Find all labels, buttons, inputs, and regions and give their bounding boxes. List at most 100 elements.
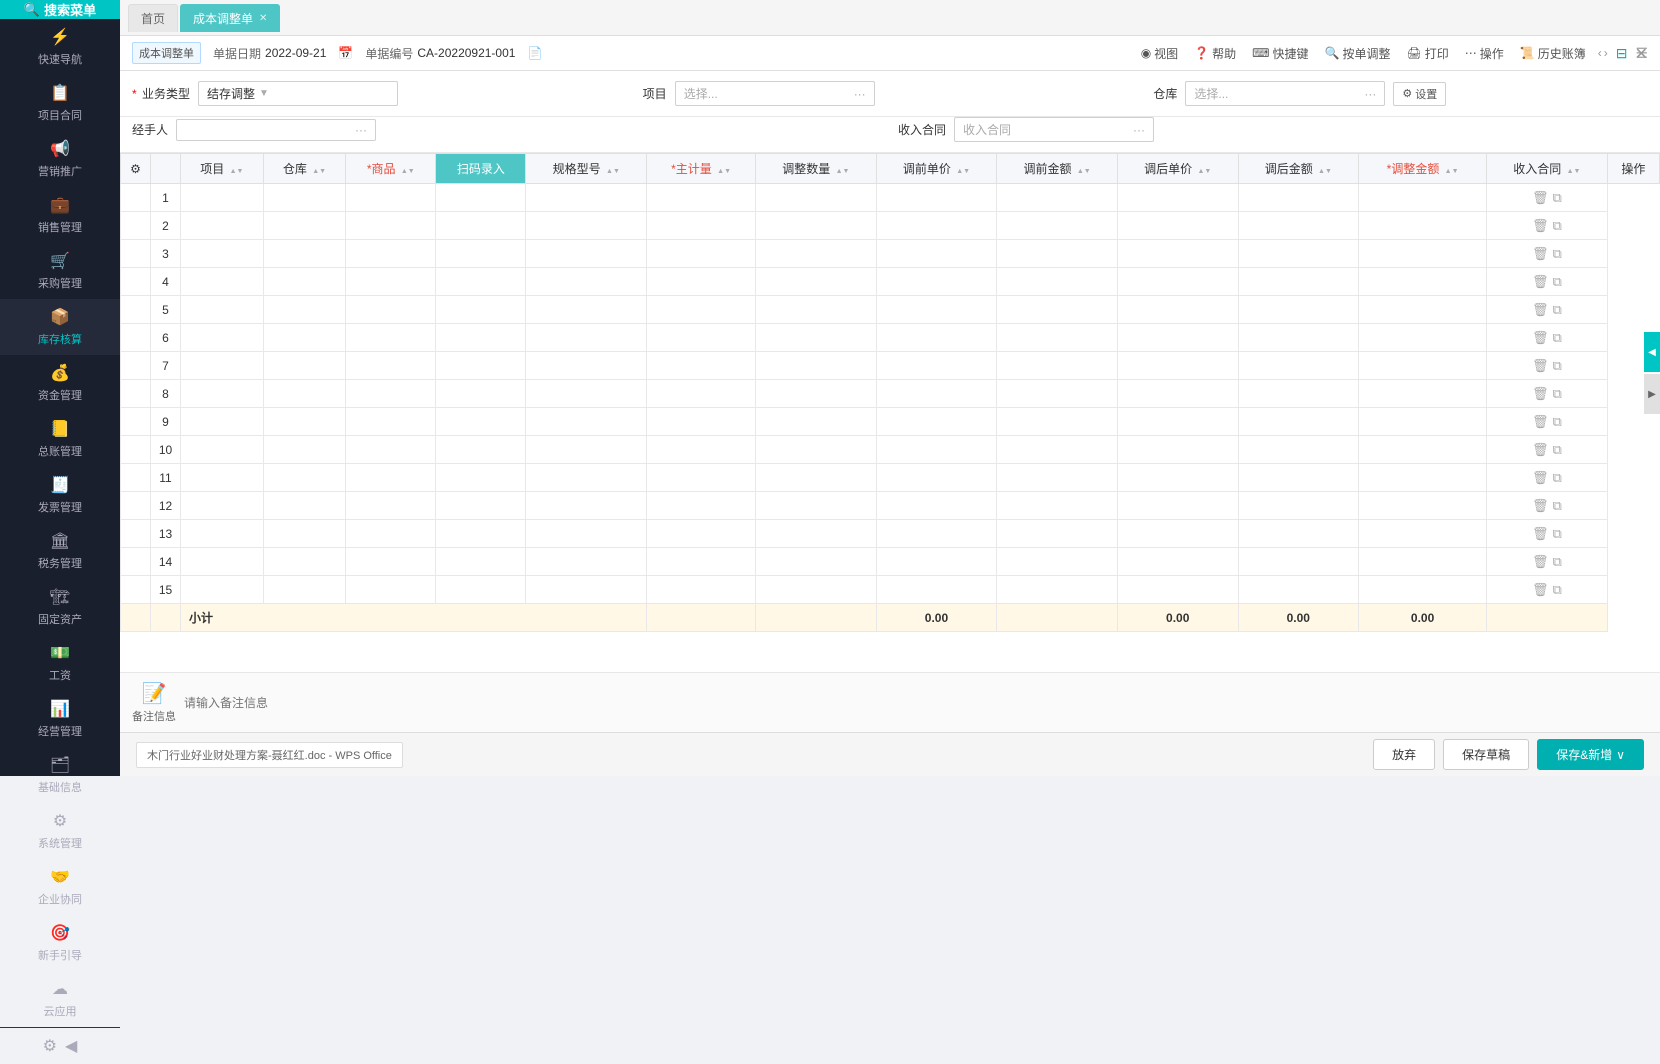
remark-input[interactable] [184,696,1648,710]
save-draft-btn[interactable]: 保存草稿 [1443,739,1529,770]
col-scan[interactable]: 扫码录入 [436,154,526,184]
cell-data-11-7[interactable] [876,464,997,492]
cell-data-15-2[interactable] [346,576,436,604]
cell-data-4-1[interactable] [263,268,346,296]
cell-data-15-6[interactable] [756,576,877,604]
cell-data-15-9[interactable] [1117,576,1238,604]
cell-data-2-3[interactable] [436,212,526,240]
cell-data-4-9[interactable] [1117,268,1238,296]
delete-icon-1[interactable]: 🗑 [1532,190,1549,206]
cell-data-3-3[interactable] [436,240,526,268]
warehouse-input[interactable]: 选择... ··· [1185,81,1385,106]
delete-icon-3[interactable]: 🗑 [1532,246,1549,262]
project-input[interactable]: 选择... ··· [675,81,875,106]
sidebar-item-invoice-mgmt[interactable]: 🧾发票管理 [0,467,120,523]
calendar-icon[interactable]: 📅 [338,46,353,60]
cell-data-12-4[interactable] [526,492,647,520]
cell-data-3-2[interactable] [346,240,436,268]
cell-data-15-3[interactable] [436,576,526,604]
cell-data-14-4[interactable] [526,548,647,576]
cell-data-2-11[interactable] [1359,212,1487,240]
cell-data-14-3[interactable] [436,548,526,576]
cell-data-15-0[interactable] [181,576,264,604]
copy-icon-9[interactable]: ⧉ [1552,414,1561,430]
sidebar-item-ledger-mgmt[interactable]: 📒总账管理 [0,411,120,467]
cell-data-9-11[interactable] [1359,408,1487,436]
cell-data-4-4[interactable] [526,268,647,296]
income-contract-input[interactable]: 收入合同 ··· [954,117,1154,142]
col-post-amount[interactable]: 调后金额 ▲▼ [1238,154,1359,184]
cell-data-9-10[interactable] [1238,408,1359,436]
cell-data-10-5[interactable] [647,436,756,464]
history-btn[interactable]: 📜 历史账簿 [1516,43,1590,64]
cell-data-7-10[interactable] [1238,352,1359,380]
cell-data-12-3[interactable] [436,492,526,520]
cell-data-10-10[interactable] [1238,436,1359,464]
copy-icon-11[interactable]: ⧉ [1552,470,1561,486]
cell-data-12-0[interactable] [181,492,264,520]
cell-data-11-3[interactable] [436,464,526,492]
cell-data-2-2[interactable] [346,212,436,240]
cell-data-3-9[interactable] [1117,240,1238,268]
cell-data-10-3[interactable] [436,436,526,464]
cell-data-3-7[interactable] [876,240,997,268]
cell-data-12-11[interactable] [1359,492,1487,520]
cell-data-3-6[interactable] [756,240,877,268]
col-project[interactable]: 项目 ▲▼ [181,154,264,184]
cell-data-6-7[interactable] [876,324,997,352]
cell-data-5-9[interactable] [1117,296,1238,324]
cell-data-5-11[interactable] [1359,296,1487,324]
cell-data-8-3[interactable] [436,380,526,408]
cell-data-1-7[interactable] [876,184,997,212]
col-pre-amount[interactable]: 调前金额 ▲▼ [997,154,1118,184]
sidebar-item-sales-promo[interactable]: 📢营销推广 [0,131,120,187]
cell-data-11-11[interactable] [1359,464,1487,492]
cell-data-14-7[interactable] [876,548,997,576]
copy-icon-15[interactable]: ⧉ [1552,582,1561,598]
cell-data-2-8[interactable] [997,212,1118,240]
cell-data-5-10[interactable] [1238,296,1359,324]
cell-data-5-0[interactable] [181,296,264,324]
cell-data-5-2[interactable] [346,296,436,324]
col-qty[interactable]: 调整数量 ▲▼ [756,154,877,184]
cell-data-1-1[interactable] [263,184,346,212]
cell-data-7-2[interactable] [346,352,436,380]
cell-data-7-9[interactable] [1117,352,1238,380]
tab-home[interactable]: 首页 [128,4,178,32]
sidebar-item-basic-info[interactable]: 🗂基础信息 [0,747,120,803]
cell-data-5-4[interactable] [526,296,647,324]
cell-data-12-6[interactable] [756,492,877,520]
cell-data-9-9[interactable] [1117,408,1238,436]
copy-icon-8[interactable]: ⧉ [1552,386,1561,402]
cell-data-10-2[interactable] [346,436,436,464]
cell-data-15-10[interactable] [1238,576,1359,604]
right-edge-teal-btn[interactable]: ◀ [1644,332,1660,372]
delete-icon-4[interactable]: 🗑 [1532,274,1549,290]
cell-data-11-8[interactable] [997,464,1118,492]
cell-data-9-6[interactable] [756,408,877,436]
layout-btn-grid[interactable]: ⊟ [1616,45,1628,62]
cell-data-9-4[interactable] [526,408,647,436]
cell-data-4-5[interactable] [647,268,756,296]
sidebar-item-sales-mgmt[interactable]: 💼销售管理 [0,187,120,243]
cell-data-5-8[interactable] [997,296,1118,324]
cell-data-2-10[interactable] [1238,212,1359,240]
cell-data-15-7[interactable] [876,576,997,604]
cell-data-2-7[interactable] [876,212,997,240]
cell-data-15-4[interactable] [526,576,647,604]
cell-data-2-9[interactable] [1117,212,1238,240]
delete-icon-12[interactable]: 🗑 [1532,498,1549,514]
right-edge-btn-1[interactable]: ▶ [1644,374,1660,414]
cell-data-14-1[interactable] [263,548,346,576]
cell-data-6-0[interactable] [181,324,264,352]
cell-data-14-8[interactable] [997,548,1118,576]
delete-icon-9[interactable]: 🗑 [1532,414,1549,430]
cell-data-14-11[interactable] [1359,548,1487,576]
col-unit[interactable]: *主计量 ▲▼ [647,154,756,184]
tab-cost-adjust[interactable]: 成本调整单 ✕ [180,4,280,32]
cell-data-7-5[interactable] [647,352,756,380]
cell-data-13-9[interactable] [1117,520,1238,548]
sidebar-item-fixed-assets[interactable]: 🏗固定资产 [0,579,120,635]
nav-prev-btn[interactable]: ‹ [1598,46,1602,60]
sidebar-item-cloud-app[interactable]: ☁云应用 [0,971,120,1027]
